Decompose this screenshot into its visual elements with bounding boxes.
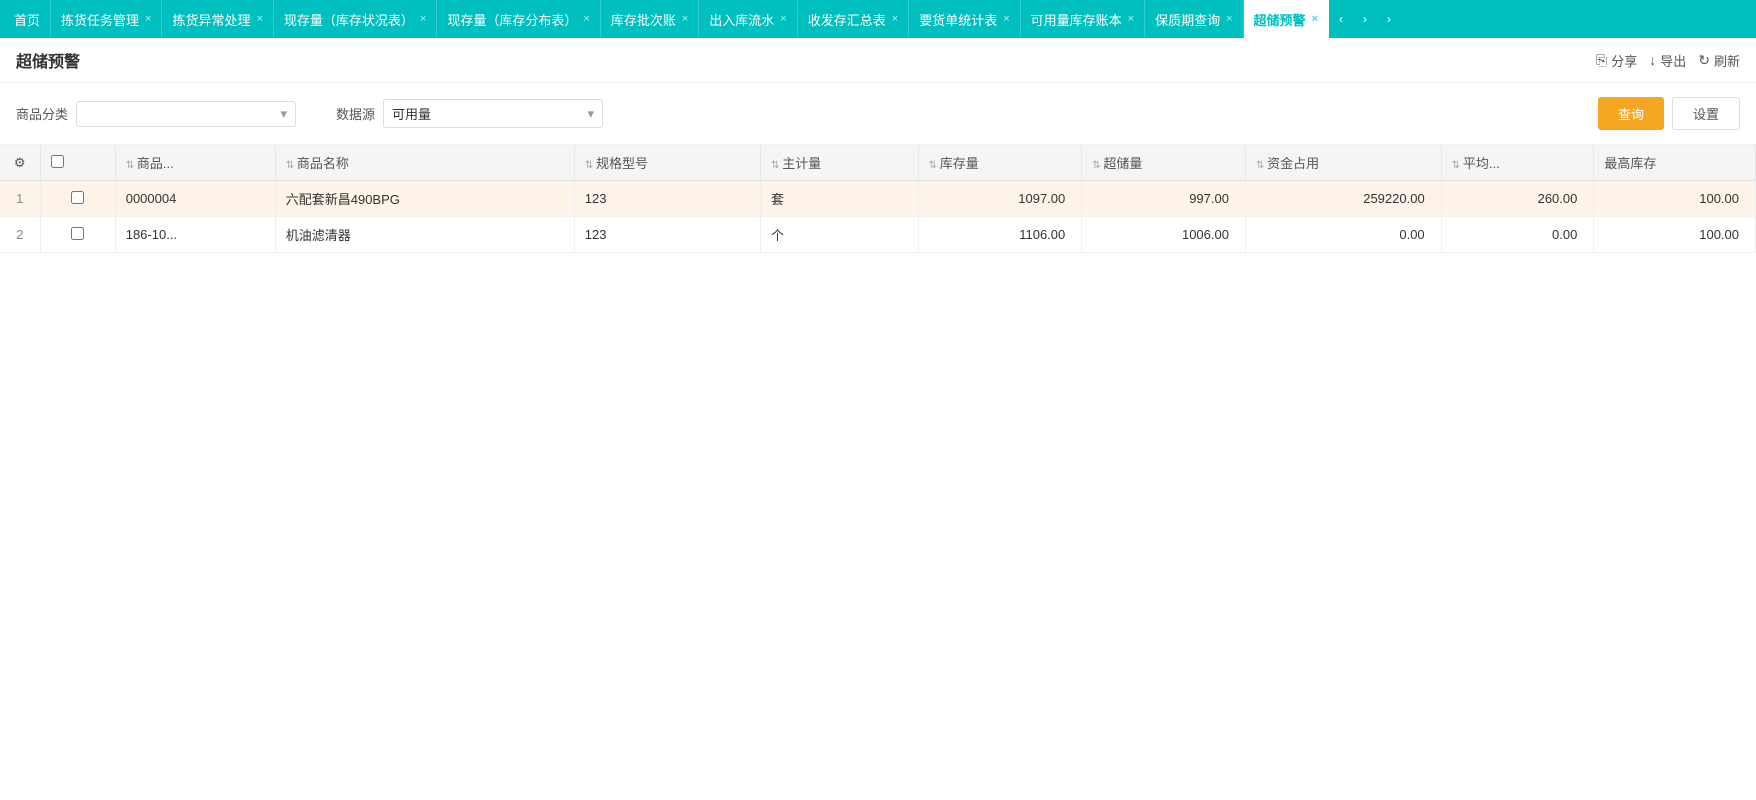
cell-product-name: 机油滤清器 [275, 217, 574, 253]
cell-spec: 123 [574, 181, 760, 217]
cell-stock: 1097.00 [918, 181, 1082, 217]
cell-avg: 260.00 [1441, 181, 1594, 217]
row-checkbox[interactable] [71, 227, 84, 240]
datasource-dropdown-arrow: ▾ [588, 106, 595, 122]
nav-more-arrow[interactable]: › [1377, 0, 1401, 38]
category-label: 商品分类 [16, 104, 68, 123]
nav-pick-task[interactable]: 拣货任务管理 × [51, 0, 162, 38]
nav-demand[interactable]: 要货单统计表 × [909, 0, 1020, 38]
select-all-col[interactable] [40, 145, 115, 181]
close-stock-status[interactable]: × [420, 13, 426, 25]
col-unit[interactable]: 主计量 [761, 145, 919, 181]
close-batch-account[interactable]: × [682, 13, 688, 25]
close-expiry[interactable]: × [1226, 13, 1232, 25]
nav-prev-arrow[interactable]: ‹ [1329, 0, 1353, 38]
datasource-select[interactable]: 可用量 ▾ [383, 99, 603, 128]
cell-capital: 259220.00 [1245, 181, 1441, 217]
datasource-value: 可用量 [392, 104, 431, 123]
nav-overstock[interactable]: 超储预警 × [1244, 0, 1329, 38]
row-checkbox-cell[interactable] [40, 181, 115, 217]
cell-avg: 0.00 [1441, 217, 1594, 253]
close-pick-exception[interactable]: × [256, 13, 262, 25]
close-demand[interactable]: × [1003, 13, 1009, 25]
row-index: 1 [0, 181, 40, 217]
cell-product-code: 0000004 [115, 181, 275, 217]
col-capital[interactable]: 资金占用 [1245, 145, 1441, 181]
row-index: 2 [0, 217, 40, 253]
overstock-table: ⚙ 商品... 商品名称 规格型号 主计量 库存量 [0, 145, 1756, 253]
refresh-button[interactable]: ↻ 刷新 [1698, 51, 1740, 70]
nav-next-arrow[interactable]: › [1353, 0, 1377, 38]
nav-batch-account[interactable]: 库存批次账 × [601, 0, 699, 38]
table-header-row: ⚙ 商品... 商品名称 规格型号 主计量 库存量 [0, 145, 1756, 181]
page-header: 超储预警 ⎘ 分享 ↓ 导出 ↻ 刷新 [0, 38, 1756, 83]
cell-product-name: 六配套新昌490BPG [275, 181, 574, 217]
refresh-icon: ↻ [1698, 52, 1710, 69]
filter-area: 商品分类 ▾ 数据源 可用量 ▾ 查询 设置 [0, 83, 1756, 145]
page-title: 超储预警 [16, 48, 80, 72]
col-avg[interactable]: 平均... [1441, 145, 1594, 181]
cell-spec: 123 [574, 217, 760, 253]
share-button[interactable]: ⎘ 分享 [1596, 51, 1637, 70]
nav-summary[interactable]: 收发存汇总表 × [798, 0, 909, 38]
cell-max-stock: 100.00 [1594, 181, 1756, 217]
col-overstock[interactable]: 超储量 [1082, 145, 1246, 181]
cell-stock: 1106.00 [918, 217, 1082, 253]
nav-stock-dist[interactable]: 现存量（库存分布表） × [437, 0, 600, 38]
nav-home[interactable]: 首页 [4, 0, 51, 38]
filter-buttons: 查询 设置 [1598, 97, 1740, 130]
nav-stock-status[interactable]: 现存量（库存状况表） × [274, 0, 437, 38]
cell-overstock: 997.00 [1082, 181, 1246, 217]
share-icon: ⎘ [1596, 52, 1607, 69]
filter-datasource: 数据源 可用量 ▾ [336, 99, 603, 128]
close-flow[interactable]: × [780, 13, 786, 25]
nav-available[interactable]: 可用量库存账本 × [1021, 0, 1145, 38]
select-all-checkbox[interactable] [51, 155, 64, 168]
export-icon: ↓ [1649, 52, 1656, 68]
col-product-code[interactable]: 商品... [115, 145, 275, 181]
export-button[interactable]: ↓ 导出 [1649, 51, 1686, 70]
nav-bar: 首页 拣货任务管理 × 拣货异常处理 × 现存量（库存状况表） × 现存量（库存… [0, 0, 1756, 38]
close-summary[interactable]: × [892, 13, 898, 25]
nav-expiry[interactable]: 保质期查询 × [1145, 0, 1243, 38]
close-pick-task[interactable]: × [145, 13, 151, 25]
table-container: ⚙ 商品... 商品名称 规格型号 主计量 库存量 [0, 145, 1756, 253]
nav-flow[interactable]: 出入库流水 × [699, 0, 797, 38]
query-button[interactable]: 查询 [1598, 97, 1664, 130]
table-row: 1 0000004 六配套新昌490BPG 123 套 1097.00 997.… [0, 181, 1756, 217]
category-dropdown-arrow: ▾ [280, 106, 287, 122]
category-select[interactable]: ▾ [76, 101, 296, 127]
row-checkbox[interactable] [71, 191, 84, 204]
cell-unit: 个 [761, 217, 919, 253]
close-available[interactable]: × [1128, 13, 1134, 25]
nav-pick-exception[interactable]: 拣货异常处理 × [162, 0, 273, 38]
header-actions: ⎘ 分享 ↓ 导出 ↻ 刷新 [1596, 51, 1740, 70]
col-product-name[interactable]: 商品名称 [275, 145, 574, 181]
filter-category: 商品分类 ▾ [16, 101, 296, 127]
cell-unit: 套 [761, 181, 919, 217]
cell-overstock: 1006.00 [1082, 217, 1246, 253]
col-max-stock: 最高库存 [1594, 145, 1756, 181]
settings-button[interactable]: 设置 [1672, 97, 1740, 130]
col-spec[interactable]: 规格型号 [574, 145, 760, 181]
cell-max-stock: 100.00 [1594, 217, 1756, 253]
row-checkbox-cell[interactable] [40, 217, 115, 253]
col-stock[interactable]: 库存量 [918, 145, 1082, 181]
cell-product-code: 186-10... [115, 217, 275, 253]
datasource-label: 数据源 [336, 104, 375, 123]
close-overstock[interactable]: × [1312, 13, 1318, 25]
cell-capital: 0.00 [1245, 217, 1441, 253]
gear-settings-col[interactable]: ⚙ [0, 145, 40, 181]
table-row: 2 186-10... 机油滤清器 123 个 1106.00 1006.00 … [0, 217, 1756, 253]
close-stock-dist[interactable]: × [583, 13, 589, 25]
